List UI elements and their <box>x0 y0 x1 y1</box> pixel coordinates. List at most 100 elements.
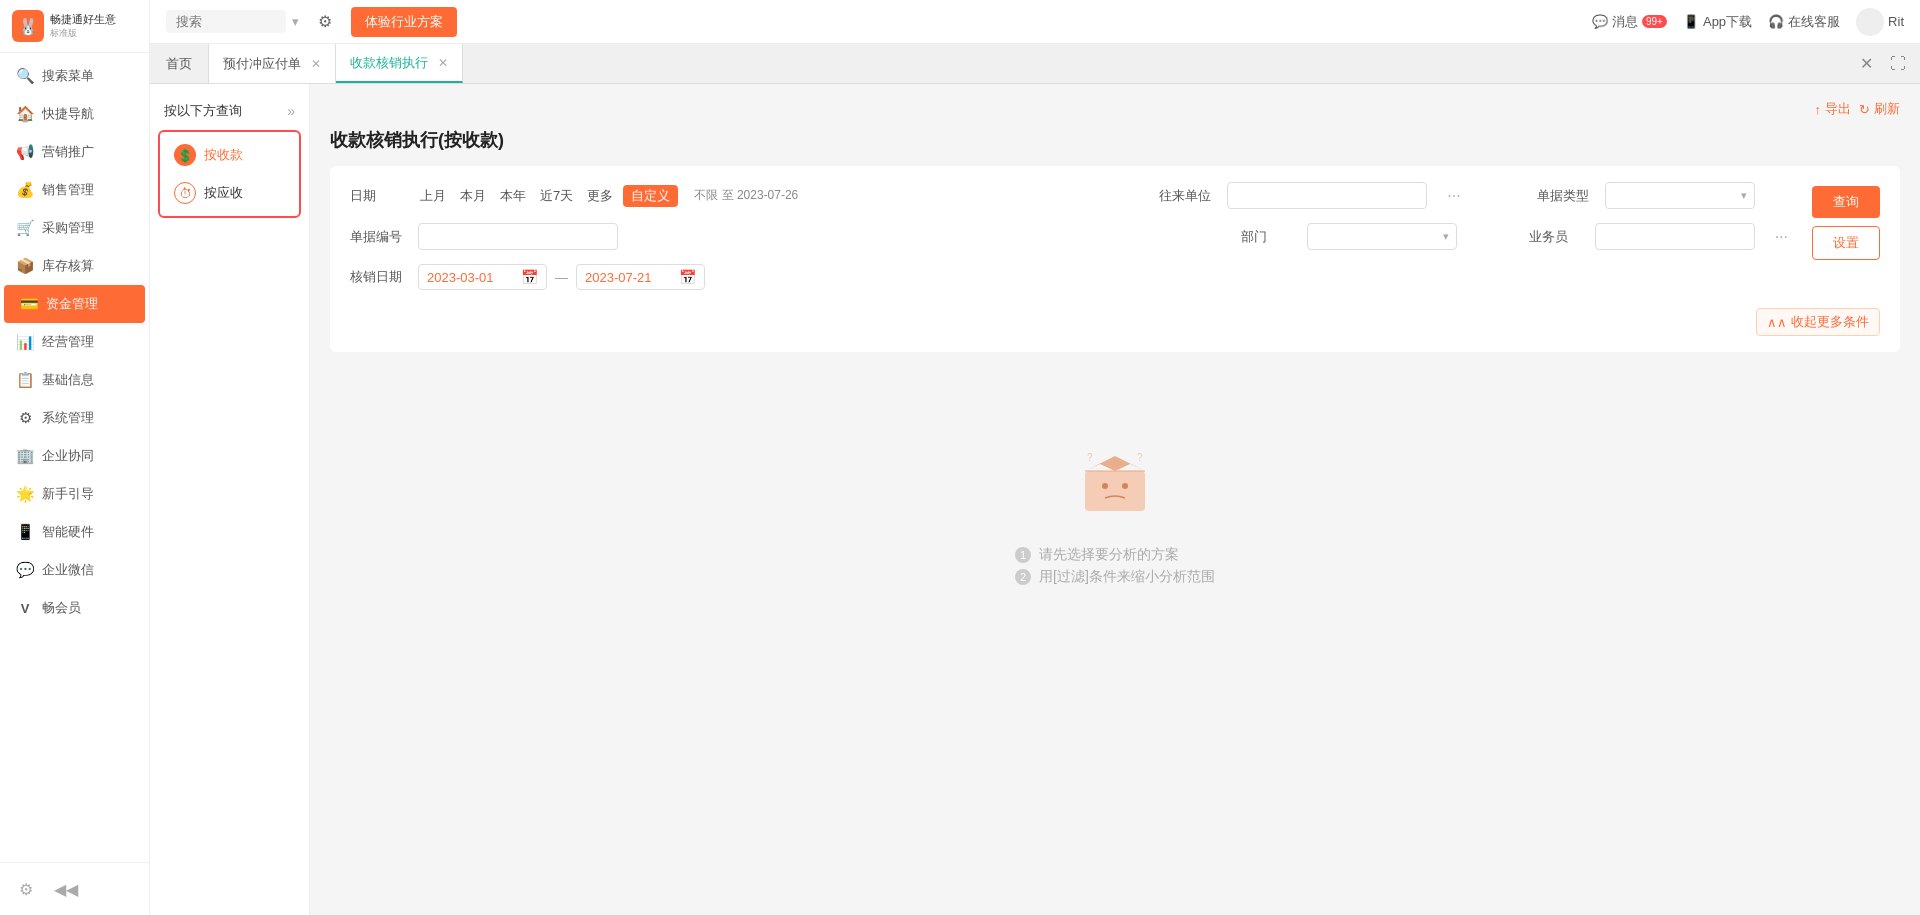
filter-collapse-icon[interactable]: » <box>287 103 295 119</box>
date-7days[interactable]: 近7天 <box>536 185 577 207</box>
export-icon: ↑ <box>1815 102 1822 117</box>
sidebar-item-label: 库存核算 <box>42 257 94 275</box>
header-gear-button[interactable]: ⚙ <box>311 8 339 36</box>
message-button[interactable]: 💬 消息 99+ <box>1592 13 1667 31</box>
sidebar-item-label: 系统管理 <box>42 409 94 427</box>
app-icon: 📱 <box>1683 14 1699 29</box>
verify-date-start-calendar-icon[interactable]: 📅 <box>521 269 538 285</box>
sidebar-logo: 🐰 畅捷通好生意 标准版 <box>0 0 149 53</box>
filter-option-by-receivable[interactable]: ⏱ 按应收 <box>160 174 299 212</box>
dropdown-chevron-icon[interactable]: ▾ <box>292 14 299 29</box>
empty-tip-2: 2 用[过滤]条件来缩小分析范围 <box>1015 568 1215 586</box>
top-header: ▾ ⚙ 体验行业方案 💬 消息 99+ 📱 App下载 🎧 在线客服 Rit <box>150 0 1920 44</box>
salesperson-more-btn[interactable]: ··· <box>1771 228 1792 246</box>
logo-badge: 标准版 <box>50 27 116 40</box>
beginner-icon: 🌟 <box>16 485 34 503</box>
more-conditions-bar: ∧∧ 收起更多条件 <box>350 304 1880 336</box>
sidebar-item-label: 搜索菜单 <box>42 67 94 85</box>
verify-date-start-input[interactable] <box>427 270 517 285</box>
tab-prepay[interactable]: 预付冲应付单 ✕ <box>209 44 336 83</box>
sidebar-item-enterprise[interactable]: 🏢 企业协同 <box>0 437 149 475</box>
verify-date-end-calendar-icon[interactable]: 📅 <box>679 269 696 285</box>
collapse-label: 收起更多条件 <box>1791 313 1869 331</box>
query-buttons: 查询 设置 <box>1812 182 1880 260</box>
tab-receivable-close[interactable]: ✕ <box>438 56 448 70</box>
refresh-button[interactable]: ↻ 刷新 <box>1859 100 1900 118</box>
department-label: 部门 <box>1241 228 1291 246</box>
sidebar-item-inventory[interactable]: 📦 库存核算 <box>0 247 149 285</box>
tab-expand-button[interactable]: ⛶ <box>1884 50 1912 78</box>
counterpart-more-btn[interactable]: ··· <box>1443 187 1464 205</box>
verify-date-end-input[interactable] <box>585 270 675 285</box>
sidebar-item-finance[interactable]: 💳 资金管理 <box>4 285 145 323</box>
message-badge: 99+ <box>1642 15 1667 28</box>
sidebar-item-label: 快捷导航 <box>42 105 94 123</box>
tab-receivable-label: 收款核销执行 <box>350 54 428 72</box>
industry-button[interactable]: 体验行业方案 <box>351 7 457 37</box>
service-icon: 🎧 <box>1768 14 1784 29</box>
tab-prepay-close[interactable]: ✕ <box>311 57 321 71</box>
search-input[interactable] <box>166 10 286 33</box>
sidebar-nav: 🔍 搜索菜单 🏠 快捷导航 📢 营销推广 💰 销售管理 🛒 采购管理 📦 库存核… <box>0 53 149 862</box>
sidebar-item-label: 资金管理 <box>46 295 98 313</box>
date-this-month[interactable]: 本月 <box>456 185 490 207</box>
tab-bar-actions: ✕ ⛶ <box>1852 50 1920 78</box>
user-profile[interactable]: Rit <box>1856 8 1904 36</box>
tab-close-all-button[interactable]: ✕ <box>1852 50 1880 78</box>
by-receivable-label: 按应收 <box>204 184 243 202</box>
sidebar-item-purchase[interactable]: 🛒 采购管理 <box>0 209 149 247</box>
sidebar-item-weixin[interactable]: 💬 企业微信 <box>0 551 149 589</box>
department-select[interactable] <box>1307 223 1457 250</box>
date-this-year[interactable]: 本年 <box>496 185 530 207</box>
query-button[interactable]: 查询 <box>1812 186 1880 218</box>
tab-prepay-label: 预付冲应付单 <box>223 55 301 73</box>
app-download-button[interactable]: 📱 App下载 <box>1683 13 1752 31</box>
sidebar-item-label: 智能硬件 <box>42 523 94 541</box>
sidebar-item-search-menu[interactable]: 🔍 搜索菜单 <box>0 57 149 95</box>
user-avatar <box>1856 8 1884 36</box>
doc-type-select[interactable] <box>1605 182 1755 209</box>
date-more[interactable]: 更多 <box>583 185 617 207</box>
settings-button[interactable]: ⚙ <box>10 873 42 905</box>
salesperson-input[interactable] <box>1595 223 1755 250</box>
sidebar-item-member[interactable]: V 畅会员 <box>0 589 149 627</box>
empty-illustration: ? ? <box>1065 426 1165 526</box>
by-receipt-icon: 💲 <box>174 144 196 166</box>
counterpart-input[interactable] <box>1227 182 1427 209</box>
filter-option-by-receipt[interactable]: 💲 按收款 <box>160 136 299 174</box>
sidebar: 🐰 畅捷通好生意 标准版 🔍 搜索菜单 🏠 快捷导航 📢 营销推广 💰 销售管理… <box>0 0 150 915</box>
svg-point-4 <box>1122 483 1128 489</box>
content-area: 按以下方查询 » 💲 按收款 ⏱ 按应收 ↑ 导出 <box>150 84 1920 915</box>
date-custom[interactable]: 自定义 <box>623 185 678 207</box>
sidebar-item-marketing[interactable]: 📢 营销推广 <box>0 133 149 171</box>
sidebar-item-basic[interactable]: 📋 基础信息 <box>0 361 149 399</box>
doc-number-input[interactable] <box>418 223 618 250</box>
date-last-month[interactable]: 上月 <box>416 185 450 207</box>
collapse-conditions-button[interactable]: ∧∧ 收起更多条件 <box>1756 308 1880 336</box>
export-label: 导出 <box>1825 100 1851 118</box>
main-content: ↑ 导出 ↻ 刷新 收款核销执行(按收款) <box>310 84 1920 915</box>
sidebar-item-sales[interactable]: 💰 销售管理 <box>0 171 149 209</box>
date-range-divider: — <box>555 270 568 285</box>
sidebar-item-hardware[interactable]: 📱 智能硬件 <box>0 513 149 551</box>
tab-home[interactable]: 首页 <box>150 44 209 83</box>
export-button[interactable]: ↑ 导出 <box>1815 100 1852 118</box>
verify-date-label: 核销日期 <box>350 268 402 286</box>
sidebar-item-label: 采购管理 <box>42 219 94 237</box>
date-no-limit: 不限 至 2023-07-26 <box>694 187 798 204</box>
department-select-wrap <box>1307 223 1457 250</box>
sidebar-item-label: 企业协同 <box>42 447 94 465</box>
online-service-button[interactable]: 🎧 在线客服 <box>1768 13 1840 31</box>
sidebar-item-beginner[interactable]: 🌟 新手引导 <box>0 475 149 513</box>
salesperson-label: 业务员 <box>1529 228 1579 246</box>
svg-text:?: ? <box>1137 452 1143 463</box>
sidebar-item-system[interactable]: ⚙ 系统管理 <box>0 399 149 437</box>
sidebar-item-quick-nav[interactable]: 🏠 快捷导航 <box>0 95 149 133</box>
header-brand: ▾ <box>166 10 299 33</box>
settings-button[interactable]: 设置 <box>1812 226 1880 260</box>
collapse-sidebar-button[interactable]: ◀◀ <box>50 873 82 905</box>
sidebar-item-operation[interactable]: 📊 经营管理 <box>0 323 149 361</box>
finance-icon: 💳 <box>20 295 38 313</box>
sidebar-item-label: 经营管理 <box>42 333 94 351</box>
tab-receivable[interactable]: 收款核销执行 ✕ <box>336 44 463 83</box>
